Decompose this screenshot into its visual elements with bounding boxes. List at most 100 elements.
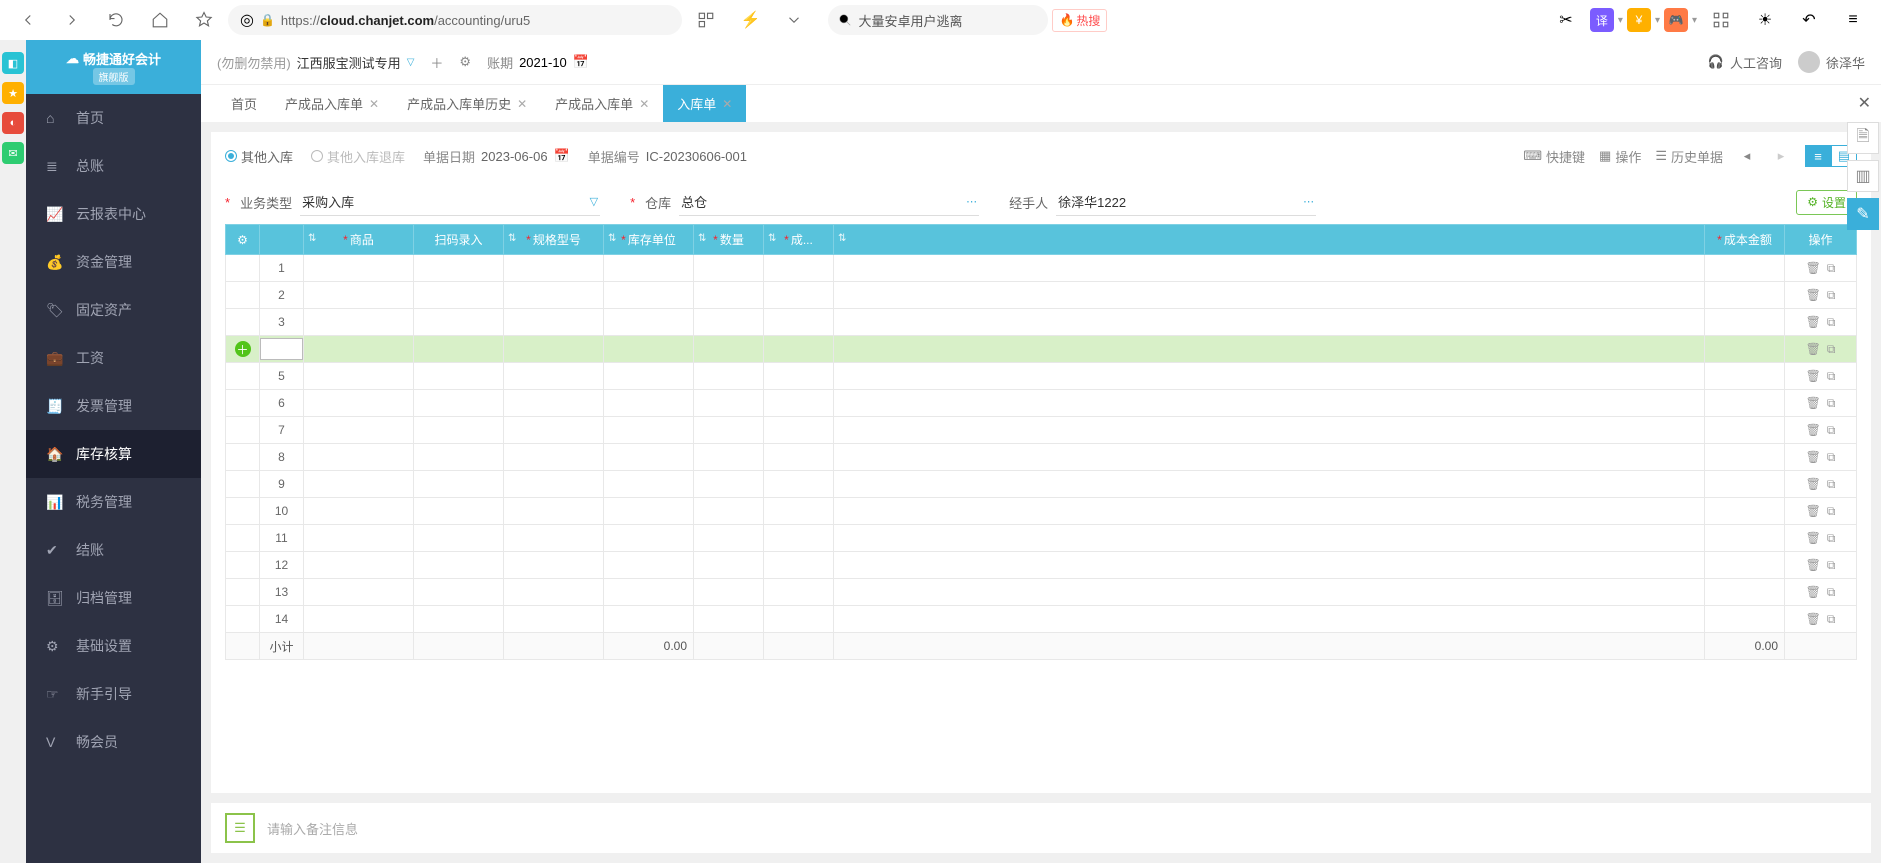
delete-row-icon[interactable]: 🗑 [1806, 504, 1821, 518]
ops-link[interactable]: ▦操作 [1599, 147, 1641, 166]
delete-row-icon[interactable]: 🗑 [1806, 315, 1821, 329]
copy-row-icon[interactable]: ⧉ [1827, 531, 1836, 545]
sidebar-item-13[interactable]: V畅会员 [26, 718, 201, 766]
radio-other-in-return[interactable]: 其他入库退库 [311, 147, 405, 166]
shortcut-link[interactable]: ⌨快捷键 [1523, 147, 1585, 166]
col-spec[interactable]: ⇅*规格型号 [504, 225, 604, 255]
tab-close-icon[interactable]: ✕ [722, 97, 732, 111]
user-menu[interactable]: 徐泽华 [1798, 51, 1865, 73]
copy-row-icon[interactable]: ⧉ [1827, 585, 1836, 599]
tab-2[interactable]: 产成品入库单历史✕ [393, 85, 541, 122]
add-icon[interactable]: ＋ [430, 53, 443, 72]
table-row[interactable]: ＋ 🗑 ⧉ [226, 336, 1857, 363]
back-button[interactable] [8, 0, 48, 40]
undo-history-icon[interactable]: ↶ [1789, 0, 1829, 40]
delete-row-icon[interactable]: 🗑 [1806, 396, 1821, 410]
sidebar-item-4[interactable]: 🏷固定资产 [26, 286, 201, 334]
view-list[interactable]: ≡ [1805, 145, 1831, 167]
delete-row-icon[interactable]: 🗑 [1806, 288, 1821, 302]
copy-row-icon[interactable]: ⧉ [1827, 369, 1836, 383]
table-row[interactable]: 10🗑⧉ [226, 498, 1857, 525]
copy-row-icon[interactable]: ⧉ [1827, 396, 1836, 410]
support-link[interactable]: 🎧 人工咨询 [1708, 53, 1782, 72]
col-unit[interactable]: ⇅*库存单位 [604, 225, 694, 255]
sidebar-item-0[interactable]: ⌂首页 [26, 94, 201, 142]
rail-edit-icon[interactable]: ✎ [1847, 198, 1879, 230]
dock-app-2[interactable]: ★ [2, 82, 24, 104]
col-gear[interactable]: ⚙ [226, 225, 260, 255]
close-all-tabs[interactable]: ✕ [1858, 93, 1871, 113]
scissors-icon[interactable]: ✂ [1546, 0, 1586, 40]
radio-other-in[interactable]: 其他入库 [225, 147, 293, 166]
tab-close-icon[interactable]: ✕ [369, 97, 379, 111]
copy-row-icon[interactable]: ⧉ [1827, 423, 1836, 437]
theme-icon[interactable]: ☀ [1745, 0, 1785, 40]
sidebar-item-1[interactable]: ≣总账 [26, 142, 201, 190]
browser-search[interactable]: 大量安卓用户逃离 [828, 5, 1048, 35]
delete-row-icon[interactable]: 🗑 [1806, 261, 1821, 275]
table-row[interactable]: 3🗑⧉ [226, 309, 1857, 336]
history-link[interactable]: ☰历史单据 [1655, 147, 1723, 166]
col-cost[interactable]: ⇅*成... [764, 225, 834, 255]
delete-row-icon[interactable]: 🗑 [1806, 585, 1821, 599]
hot-search-badge[interactable]: 🔥热搜 [1052, 9, 1107, 32]
table-row[interactable]: 6🗑⧉ [226, 390, 1857, 417]
copy-row-icon[interactable]: ⧉ [1827, 558, 1836, 572]
sidebar-item-9[interactable]: ✔结账 [26, 526, 201, 574]
warehouse-field[interactable]: *仓库 总仓⋯ [630, 188, 979, 216]
copy-row-icon[interactable]: ⧉ [1827, 342, 1836, 356]
rail-chart-icon[interactable]: ▥ [1847, 160, 1879, 192]
tab-4[interactable]: 入库单✕ [663, 85, 746, 122]
copy-row-icon[interactable]: ⧉ [1827, 261, 1836, 275]
rail-doc-icon[interactable]: 🗎 [1847, 122, 1879, 154]
table-row[interactable]: 11🗑⧉ [226, 525, 1857, 552]
add-row-icon[interactable]: ＋ [235, 341, 251, 357]
home-button[interactable] [140, 0, 180, 40]
tab-1[interactable]: 产成品入库单✕ [271, 85, 393, 122]
copy-row-icon[interactable]: ⧉ [1827, 612, 1836, 626]
col-product[interactable]: ⇅*商品 [304, 225, 414, 255]
copy-row-icon[interactable]: ⧉ [1827, 315, 1836, 329]
flash-icon[interactable]: ⚡ [730, 0, 770, 40]
table-row[interactable]: 13🗑⧉ [226, 579, 1857, 606]
dock-app-1[interactable]: ◧ [2, 52, 24, 74]
sidebar-item-12[interactable]: ☞新手引导 [26, 670, 201, 718]
settings-gear-icon[interactable]: ⚙ [459, 54, 471, 70]
copy-row-icon[interactable]: ⧉ [1827, 504, 1836, 518]
product-input[interactable] [260, 338, 303, 360]
dropdown-icon[interactable] [774, 0, 814, 40]
sidebar-item-2[interactable]: 📈云报表中心 [26, 190, 201, 238]
forward-button[interactable] [52, 0, 92, 40]
delete-row-icon[interactable]: 🗑 [1806, 558, 1821, 572]
apps-icon[interactable] [1701, 0, 1741, 40]
table-row[interactable]: 5🗑⧉ [226, 363, 1857, 390]
wallet-ext-icon[interactable]: ¥ [1627, 8, 1651, 32]
sidebar-item-5[interactable]: 💼工资 [26, 334, 201, 382]
tab-3[interactable]: 产成品入库单✕ [541, 85, 663, 122]
table-row[interactable]: 7🗑⧉ [226, 417, 1857, 444]
col-fill[interactable]: ⇅ [834, 225, 1705, 255]
tab-close-icon[interactable]: ✕ [517, 97, 527, 111]
copy-row-icon[interactable]: ⧉ [1827, 477, 1836, 491]
table-row[interactable]: 9🗑⧉ [226, 471, 1857, 498]
delete-row-icon[interactable]: 🗑 [1806, 369, 1821, 383]
copy-row-icon[interactable]: ⧉ [1827, 450, 1836, 464]
dock-app-3[interactable]: ◐ [2, 112, 24, 134]
delete-row-icon[interactable]: 🗑 [1806, 477, 1821, 491]
sidebar-item-10[interactable]: 🗄归档管理 [26, 574, 201, 622]
table-row[interactable]: 1🗑⧉ [226, 255, 1857, 282]
prev-doc[interactable]: ◂ [1737, 146, 1757, 166]
delete-row-icon[interactable]: 🗑 [1806, 612, 1821, 626]
tab-close-icon[interactable]: ✕ [639, 97, 649, 111]
next-doc[interactable]: ▸ [1771, 146, 1791, 166]
game-ext-icon[interactable]: 🎮 [1664, 8, 1688, 32]
dock-app-4[interactable]: ✉ [2, 142, 24, 164]
col-qty[interactable]: ⇅*数量 [694, 225, 764, 255]
period-selector[interactable]: 账期 2021-10 📅 [487, 53, 589, 72]
sidebar-item-6[interactable]: 🧾发票管理 [26, 382, 201, 430]
table-row[interactable]: 2🗑⧉ [226, 282, 1857, 309]
sidebar-item-11[interactable]: ⚙基础设置 [26, 622, 201, 670]
translate-ext-icon[interactable]: 译 [1590, 8, 1614, 32]
delete-row-icon[interactable]: 🗑 [1806, 450, 1821, 464]
delete-row-icon[interactable]: 🗑 [1806, 342, 1821, 356]
